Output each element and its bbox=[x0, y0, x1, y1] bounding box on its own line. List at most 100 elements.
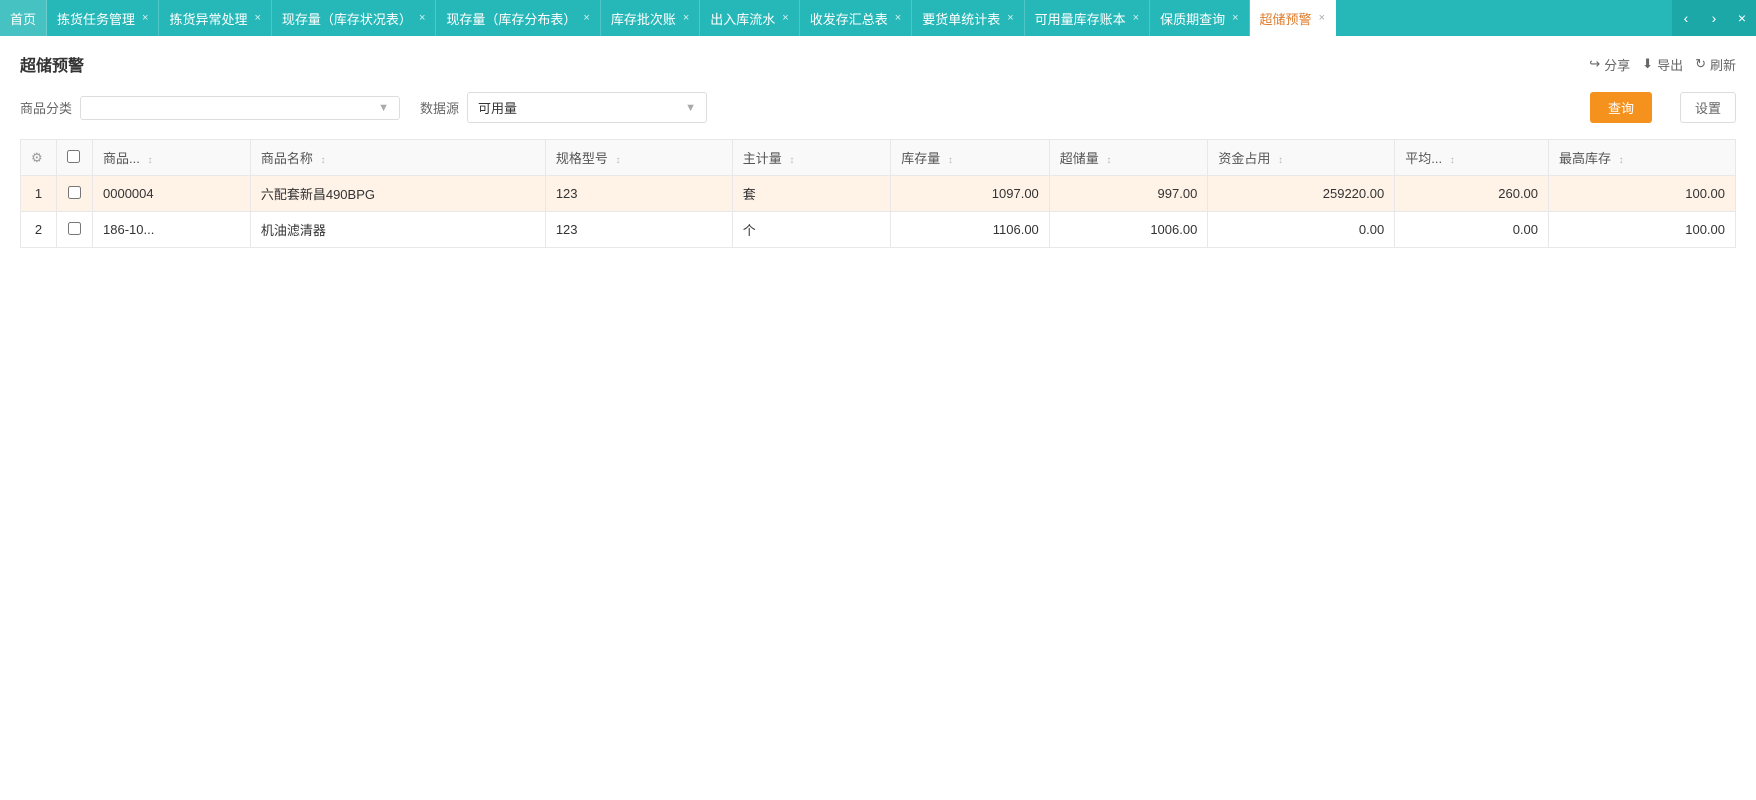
share-label: 分享 bbox=[1604, 55, 1630, 74]
datasource-label: 数据源 bbox=[420, 98, 459, 117]
gear-icon[interactable]: ⚙ bbox=[31, 150, 43, 165]
row-avg: 0.00 bbox=[1395, 212, 1549, 248]
nav-label-overstock: 超储预警 bbox=[1260, 9, 1312, 28]
nav-close-req-stat[interactable]: × bbox=[1007, 12, 1013, 24]
nav-prev-button[interactable]: ‹ bbox=[1672, 0, 1700, 36]
export-label: 导出 bbox=[1657, 55, 1683, 74]
nav-label-avail: 可用量库存账本 bbox=[1035, 9, 1126, 28]
nav-item-flow[interactable]: 出入库流水 × bbox=[700, 0, 799, 36]
row-avg: 260.00 bbox=[1395, 176, 1549, 212]
col-spec-header[interactable]: 规格型号 ↕ bbox=[545, 140, 732, 176]
row-seq: 1 bbox=[21, 176, 57, 212]
col-checkbox-header bbox=[57, 140, 93, 176]
row-maxstock: 100.00 bbox=[1549, 176, 1736, 212]
nav-close-expiry[interactable]: × bbox=[1232, 12, 1238, 24]
sort-icon-name: ↕ bbox=[320, 155, 325, 166]
sort-icon-unit: ↕ bbox=[789, 155, 794, 166]
nav-close-summary[interactable]: × bbox=[895, 12, 901, 24]
data-table: ⚙ 商品... ↕ 商品名称 ↕ 规格型号 ↕ 主计量 bbox=[20, 139, 1736, 248]
export-button[interactable]: ⬇ 导出 bbox=[1642, 55, 1683, 74]
nav-close-task[interactable]: × bbox=[142, 12, 148, 24]
nav-item-stock-dist[interactable]: 现存量（库存分布表） × bbox=[436, 0, 600, 36]
nav-item-home[interactable]: 首页 bbox=[0, 0, 47, 36]
sort-icon-maxstock: ↕ bbox=[1619, 155, 1624, 166]
export-icon: ⬇ bbox=[1642, 56, 1653, 72]
nav-close-exception[interactable]: × bbox=[254, 12, 260, 24]
nav-close-overstock[interactable]: × bbox=[1319, 12, 1325, 24]
nav-close-batch[interactable]: × bbox=[683, 12, 689, 24]
filter-row: 商品分类 ▼ 数据源 可用量 ▼ 查询 设置 bbox=[20, 92, 1736, 123]
row-spec: 123 bbox=[545, 212, 732, 248]
col-code-header[interactable]: 商品... ↕ bbox=[93, 140, 251, 176]
share-button[interactable]: ↪ 分享 bbox=[1589, 55, 1630, 74]
query-button[interactable]: 查询 bbox=[1590, 92, 1652, 123]
nav-label-flow: 出入库流水 bbox=[710, 9, 775, 28]
table-row: 2 186-10... 机油滤清器 123 个 1106.00 1006.00 … bbox=[21, 212, 1736, 248]
row-capital: 259220.00 bbox=[1208, 176, 1395, 212]
nav-close-flow[interactable]: × bbox=[782, 12, 788, 24]
nav-item-batch[interactable]: 库存批次账 × bbox=[601, 0, 700, 36]
nav-label-batch: 库存批次账 bbox=[611, 9, 676, 28]
datasource-select[interactable]: 可用量 ▼ bbox=[467, 92, 707, 123]
nav-next-button[interactable]: › bbox=[1700, 0, 1728, 36]
select-all-checkbox[interactable] bbox=[67, 150, 80, 163]
nav-close-all-button[interactable]: × bbox=[1728, 0, 1756, 36]
nav-label-stock-status: 现存量（库存状况表） bbox=[282, 9, 412, 28]
row-name: 机油滤清器 bbox=[250, 212, 545, 248]
nav-item-stock-status[interactable]: 现存量（库存状况表） × bbox=[272, 0, 436, 36]
sort-icon-spec: ↕ bbox=[615, 155, 620, 166]
nav-item-exception[interactable]: 拣货异常处理 × bbox=[159, 0, 271, 36]
row-stock: 1097.00 bbox=[891, 176, 1050, 212]
category-select[interactable]: ▼ bbox=[80, 96, 400, 120]
sort-icon-overstock: ↕ bbox=[1106, 155, 1111, 166]
col-maxstock-header[interactable]: 最高库存 ↕ bbox=[1549, 140, 1736, 176]
nav-item-task[interactable]: 拣货任务管理 × bbox=[47, 0, 159, 36]
category-label: 商品分类 bbox=[20, 98, 72, 117]
page-header: 超储预警 ↪ 分享 ⬇ 导出 ↻ 刷新 bbox=[20, 52, 1736, 76]
col-overstock-header[interactable]: 超储量 ↕ bbox=[1049, 140, 1208, 176]
nav-label-exception: 拣货异常处理 bbox=[169, 9, 247, 28]
nav-label-home: 首页 bbox=[10, 9, 36, 28]
nav-item-avail[interactable]: 可用量库存账本 × bbox=[1025, 0, 1150, 36]
row-capital: 0.00 bbox=[1208, 212, 1395, 248]
nav-close-avail[interactable]: × bbox=[1133, 12, 1139, 24]
col-unit-header[interactable]: 主计量 ↕ bbox=[732, 140, 891, 176]
page-title: 超储预警 bbox=[20, 52, 84, 76]
col-name-header[interactable]: 商品名称 ↕ bbox=[250, 140, 545, 176]
nav-item-overstock[interactable]: 超储预警 × bbox=[1250, 0, 1336, 36]
nav-item-req-stat[interactable]: 要货单统计表 × bbox=[912, 0, 1024, 36]
sort-icon-capital: ↕ bbox=[1278, 155, 1283, 166]
settings-button[interactable]: 设置 bbox=[1680, 92, 1736, 123]
col-avg-header[interactable]: 平均... ↕ bbox=[1395, 140, 1549, 176]
row-maxstock: 100.00 bbox=[1549, 212, 1736, 248]
nav-label-summary: 收发存汇总表 bbox=[810, 9, 888, 28]
nav-label-stock-dist: 现存量（库存分布表） bbox=[446, 9, 576, 28]
row-seq: 2 bbox=[21, 212, 57, 248]
category-filter-group: 商品分类 ▼ bbox=[20, 96, 400, 120]
row-checkbox-cell bbox=[57, 212, 93, 248]
datasource-select-value: 可用量 bbox=[478, 98, 517, 117]
row-spec: 123 bbox=[545, 176, 732, 212]
row-stock: 1106.00 bbox=[891, 212, 1050, 248]
row-overstock: 1006.00 bbox=[1049, 212, 1208, 248]
row-checkbox[interactable] bbox=[68, 186, 81, 199]
nav-label-expiry: 保质期查询 bbox=[1160, 9, 1225, 28]
refresh-label: 刷新 bbox=[1710, 55, 1736, 74]
table-header-row: ⚙ 商品... ↕ 商品名称 ↕ 规格型号 ↕ 主计量 bbox=[21, 140, 1736, 176]
col-gear: ⚙ bbox=[21, 140, 57, 176]
table-row: 1 0000004 六配套新昌490BPG 123 套 1097.00 997.… bbox=[21, 176, 1736, 212]
nav-close-stock-dist[interactable]: × bbox=[583, 12, 589, 24]
nav-close-stock-status[interactable]: × bbox=[419, 12, 425, 24]
share-icon: ↪ bbox=[1589, 56, 1600, 72]
nav-item-summary[interactable]: 收发存汇总表 × bbox=[800, 0, 912, 36]
row-code: 0000004 bbox=[93, 176, 251, 212]
nav-item-expiry[interactable]: 保质期查询 × bbox=[1150, 0, 1249, 36]
col-capital-header[interactable]: 资金占用 ↕ bbox=[1208, 140, 1395, 176]
nav-label-req-stat: 要货单统计表 bbox=[922, 9, 1000, 28]
col-stock-header[interactable]: 库存量 ↕ bbox=[891, 140, 1050, 176]
row-checkbox[interactable] bbox=[68, 222, 81, 235]
sort-icon-avg: ↕ bbox=[1450, 155, 1455, 166]
sort-icon-stock: ↕ bbox=[948, 155, 953, 166]
row-name: 六配套新昌490BPG bbox=[250, 176, 545, 212]
refresh-button[interactable]: ↻ 刷新 bbox=[1695, 55, 1736, 74]
